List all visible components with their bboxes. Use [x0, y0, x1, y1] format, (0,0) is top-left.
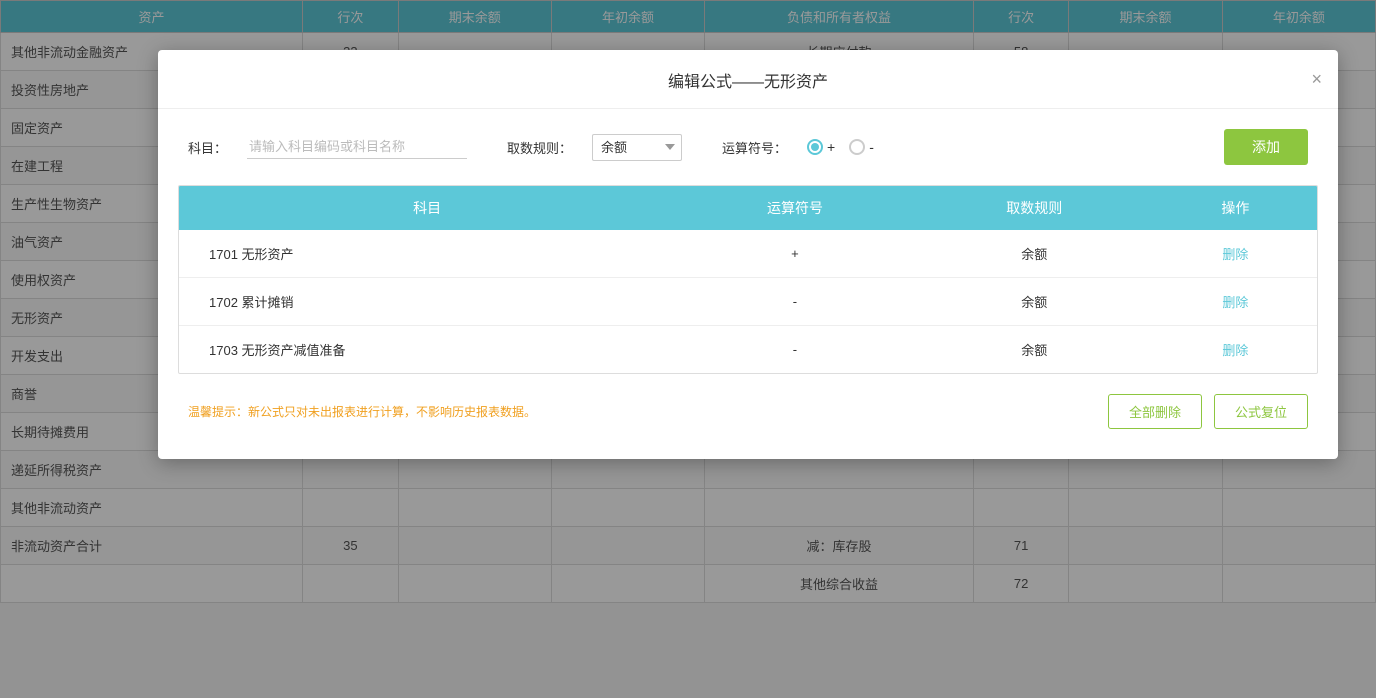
table-cell-operator: + — [675, 230, 914, 278]
table-cell-action: 删除 — [1154, 230, 1317, 278]
delete-all-button[interactable]: 全部删除 — [1108, 394, 1202, 429]
add-button[interactable]: 添加 — [1224, 129, 1308, 165]
operator-minus-radio[interactable] — [849, 139, 865, 155]
delete-row-button[interactable]: 删除 — [1222, 343, 1248, 358]
form-row: 科目： 取数规则： 余额 借方发生额 贷方发生额 净发生额 运算符号： + - … — [158, 109, 1338, 185]
tip-text: 温馨提示：新公式只对未出报表进行计算，不影响历史报表数据。 — [188, 403, 536, 420]
operator-plus-radio[interactable] — [807, 139, 823, 155]
table-row: 1701 无形资产+余额 删除 — [179, 230, 1317, 278]
table-cell-rule: 余额 — [915, 278, 1154, 326]
reset-formula-button[interactable]: 公式复位 — [1214, 394, 1308, 429]
operator-radio-group: + - — [807, 139, 874, 155]
rule-select-wrapper: 余额 借方发生额 贷方发生额 净发生额 — [592, 134, 682, 161]
operator-label: 运算符号： — [722, 138, 787, 157]
modal-header: 编辑公式——无形资产 × — [158, 50, 1338, 109]
table-cell-rule: 余额 — [915, 326, 1154, 374]
table-cell-operator: - — [675, 326, 914, 374]
table-row: 1703 无形资产减值准备-余额 删除 — [179, 326, 1317, 374]
rule-select[interactable]: 余额 借方发生额 贷方发生额 净发生额 — [592, 134, 682, 161]
table-header-subject: 科目 — [179, 186, 675, 230]
formula-table: 科目 运算符号 取数规则 操作 1701 无形资产+余额删除1702 累计摊销-… — [178, 185, 1318, 374]
edit-formula-modal: 编辑公式——无形资产 × 科目： 取数规则： 余额 借方发生额 贷方发生额 净发… — [158, 50, 1338, 459]
delete-row-button[interactable]: 删除 — [1222, 295, 1248, 310]
operator-minus-label: - — [869, 139, 874, 155]
operator-plus-label: + — [827, 139, 835, 155]
table-cell-rule: 余额 — [915, 230, 1154, 278]
table-cell-subject: 1703 无形资产减值准备 — [179, 326, 675, 374]
delete-row-button[interactable]: 删除 — [1222, 247, 1248, 262]
table-header-action: 操作 — [1154, 186, 1317, 230]
table-cell-operator: - — [675, 278, 914, 326]
subject-label: 科目： — [188, 138, 227, 157]
table-header-operator: 运算符号 — [675, 186, 914, 230]
rule-label: 取数规则： — [507, 138, 572, 157]
modal-close-button[interactable]: × — [1311, 70, 1322, 88]
footer-buttons: 全部删除 公式复位 — [1108, 394, 1308, 429]
modal-footer: 温馨提示：新公式只对未出报表进行计算，不影响历史报表数据。 全部删除 公式复位 — [158, 374, 1338, 429]
table-cell-action: 删除 — [1154, 278, 1317, 326]
table-cell-subject: 1701 无形资产 — [179, 230, 675, 278]
table-cell-subject: 1702 累计摊销 — [179, 278, 675, 326]
table-cell-action: 删除 — [1154, 326, 1317, 374]
table-header-rule: 取数规则 — [915, 186, 1154, 230]
operator-plus-item[interactable]: + — [807, 139, 835, 155]
modal-title: 编辑公式——无形资产 — [668, 74, 828, 91]
operator-minus-item[interactable]: - — [849, 139, 874, 155]
subject-input[interactable] — [247, 135, 467, 159]
table-row: 1702 累计摊销-余额 删除 — [179, 278, 1317, 326]
